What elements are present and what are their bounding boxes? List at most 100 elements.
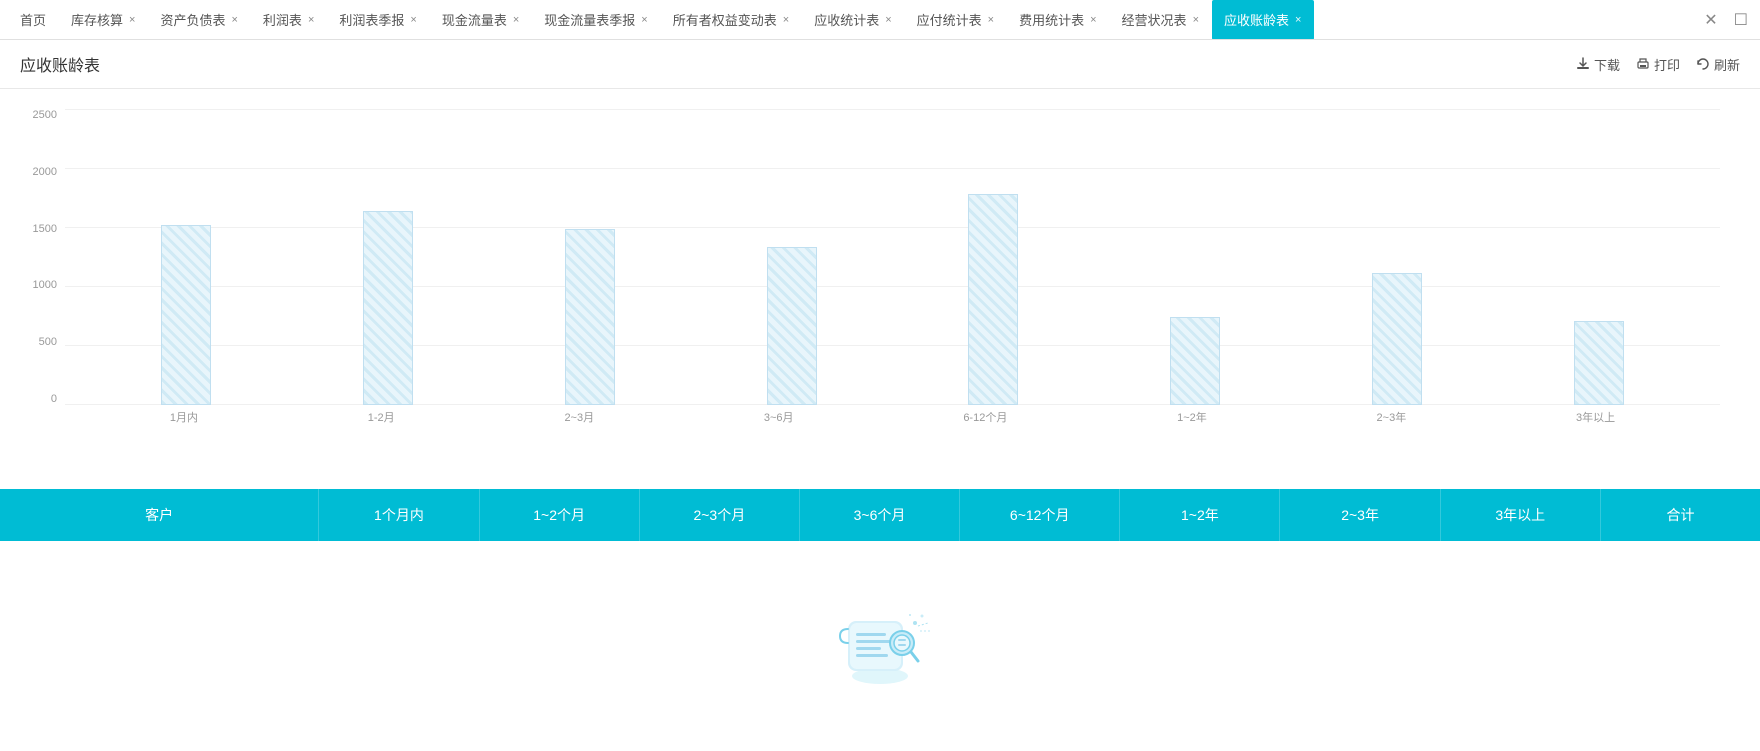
- x-axis-label: 2~3月: [564, 409, 594, 425]
- table-header-cell: 3年以上: [1441, 489, 1601, 541]
- tab-balance[interactable]: 资产负债表 ×: [148, 0, 250, 40]
- tab-label: 利润表季报: [339, 10, 404, 29]
- table-header-cell: 1~2个月: [480, 489, 640, 541]
- table-header-cell: 1~2年: [1120, 489, 1280, 541]
- header-actions: 下载 打印 刷新: [1576, 55, 1740, 74]
- tab-label: 现金流量表: [442, 10, 507, 29]
- chart-bar: [968, 194, 1018, 405]
- tab-home[interactable]: 首页: [8, 0, 59, 40]
- bar-group: [565, 229, 615, 405]
- tab-close-icon[interactable]: ×: [885, 14, 891, 26]
- bar-group: [1170, 317, 1220, 405]
- tab-label: 现金流量表季报: [544, 10, 635, 29]
- tab-bar-actions: ✕ ☐: [1700, 6, 1752, 34]
- page-header: 应收账龄表 下载 打印 刷新: [0, 40, 1760, 89]
- bar-group: [968, 194, 1018, 405]
- tab-payable_stat[interactable]: 应付统计表 ×: [905, 0, 1007, 40]
- table-header: 客户1个月内1~2个月2~3个月3~6个月6~12个月1~2年2~3年3年以上合…: [0, 489, 1760, 541]
- y-axis-label: 2000: [33, 166, 57, 178]
- tab-profit_quarterly[interactable]: 利润表季报 ×: [327, 0, 429, 40]
- bar-group: [363, 211, 413, 405]
- download-icon: [1576, 57, 1590, 71]
- table-header-cell: 合计: [1601, 489, 1760, 541]
- chart-bar: [161, 225, 211, 405]
- x-axis-label: 3年以上: [1576, 409, 1615, 425]
- tab-close-icon[interactable]: ×: [513, 14, 519, 26]
- tab-close-icon[interactable]: ×: [1193, 14, 1199, 26]
- chart-bar: [1170, 317, 1220, 405]
- x-axis-label: 2~3年: [1377, 409, 1407, 425]
- tab-label: 应收账龄表: [1224, 10, 1289, 29]
- tab-label: 费用统计表: [1019, 10, 1084, 29]
- table-header-cell: 客户: [0, 489, 319, 541]
- tab-close-icon[interactable]: ×: [410, 14, 416, 26]
- x-axis-label: 1~2年: [1177, 409, 1207, 425]
- minimize-icon[interactable]: ✕: [1700, 6, 1721, 34]
- y-axis-label: 0: [51, 393, 57, 405]
- refresh-icon: [1696, 57, 1710, 71]
- bars-area: [65, 109, 1720, 405]
- tab-cashflow[interactable]: 现金流量表 ×: [430, 0, 532, 40]
- tab-label: 首页: [20, 10, 46, 29]
- print-icon: [1636, 57, 1650, 71]
- tab-close-icon[interactable]: ×: [783, 14, 789, 26]
- x-axis-label: 1-2月: [368, 409, 395, 425]
- y-axis-label: 2500: [33, 109, 57, 121]
- tab-operation[interactable]: 经营状况表 ×: [1110, 0, 1212, 40]
- empty-state-icon: [820, 601, 940, 691]
- x-axis-label: 6-12个月: [963, 409, 1007, 425]
- x-axis-label: 1月内: [170, 409, 198, 425]
- tab-label: 应收统计表: [814, 10, 879, 29]
- page-title: 应收账龄表: [20, 52, 100, 76]
- tab-label: 所有者权益变动表: [673, 10, 777, 29]
- tab-label: 应付统计表: [917, 10, 982, 29]
- download-button[interactable]: 下载: [1576, 55, 1620, 74]
- bar-group: [161, 225, 211, 405]
- refresh-button[interactable]: 刷新: [1696, 55, 1740, 74]
- bar-group: [1372, 273, 1422, 405]
- tab-label: 资产负债表: [160, 10, 225, 29]
- tab-expense_stat[interactable]: 费用统计表 ×: [1007, 0, 1109, 40]
- tab-label: 库存核算: [71, 10, 123, 29]
- bar-group: [1574, 321, 1624, 405]
- y-axis-label: 1000: [33, 279, 57, 291]
- table-header-cell: 2~3个月: [640, 489, 800, 541]
- y-axis: 2500 2000 1500 1000 500 0: [20, 109, 65, 429]
- chart-bar: [1372, 273, 1422, 405]
- table-header-cell: 2~3年: [1280, 489, 1440, 541]
- tab-close-icon[interactable]: ×: [231, 14, 237, 26]
- table-header-cell: 1个月内: [319, 489, 479, 541]
- tab-equity[interactable]: 所有者权益变动表 ×: [661, 0, 802, 40]
- bar-group: [767, 247, 817, 405]
- tab-close-icon[interactable]: ×: [1090, 14, 1096, 26]
- print-button[interactable]: 打印: [1636, 55, 1680, 74]
- tab-inventory[interactable]: 库存核算 ×: [59, 0, 148, 40]
- tab-close-icon[interactable]: ×: [129, 14, 135, 26]
- tab-cashflow_quarterly[interactable]: 现金流量表季报 ×: [532, 0, 660, 40]
- maximize-icon[interactable]: ☐: [1730, 6, 1752, 34]
- tab-ar_aging[interactable]: 应收账龄表 ×: [1212, 0, 1314, 40]
- tab-label: 利润表: [263, 10, 302, 29]
- table-header-cell: 6~12个月: [960, 489, 1120, 541]
- chart-inner: 1月内 1-2月 2~3月 3~6月 6-12个月 1~2年 2~3年 3年以上: [65, 109, 1720, 429]
- chart-area: 2500 2000 1500 1000 500 0 1月内 1-2月 2~3月 3~6月 6-12…: [0, 89, 1760, 489]
- tab-receivable_stat[interactable]: 应收统计表 ×: [802, 0, 904, 40]
- tab-close-icon[interactable]: ×: [308, 14, 314, 26]
- chart-container: 2500 2000 1500 1000 500 0 1月内 1-2月 2~3月 3~6月 6-12…: [20, 109, 1720, 429]
- y-axis-label: 500: [39, 336, 57, 348]
- tab-label: 经营状况表: [1122, 10, 1187, 29]
- y-axis-label: 1500: [33, 223, 57, 235]
- chart-bar: [363, 211, 413, 405]
- tab-profit[interactable]: 利润表 ×: [251, 0, 327, 40]
- chart-bar: [565, 229, 615, 405]
- main-content: 2500 2000 1500 1000 500 0 1月内 1-2月 2~3月 3~6月 6-12…: [0, 89, 1760, 751]
- tab-bar: 首页库存核算×资产负债表×利润表×利润表季报×现金流量表×现金流量表季报×所有者…: [0, 0, 1760, 40]
- x-axis-label: 3~6月: [764, 409, 794, 425]
- chart-bar: [1574, 321, 1624, 405]
- x-axis-labels: 1月内 1-2月 2~3月 3~6月 6-12个月 1~2年 2~3年 3年以上: [65, 405, 1720, 429]
- tab-close-icon[interactable]: ×: [1295, 14, 1301, 26]
- tab-close-icon[interactable]: ×: [988, 14, 994, 26]
- table-header-cell: 3~6个月: [800, 489, 960, 541]
- tab-close-icon[interactable]: ×: [641, 14, 647, 26]
- chart-bar: [767, 247, 817, 405]
